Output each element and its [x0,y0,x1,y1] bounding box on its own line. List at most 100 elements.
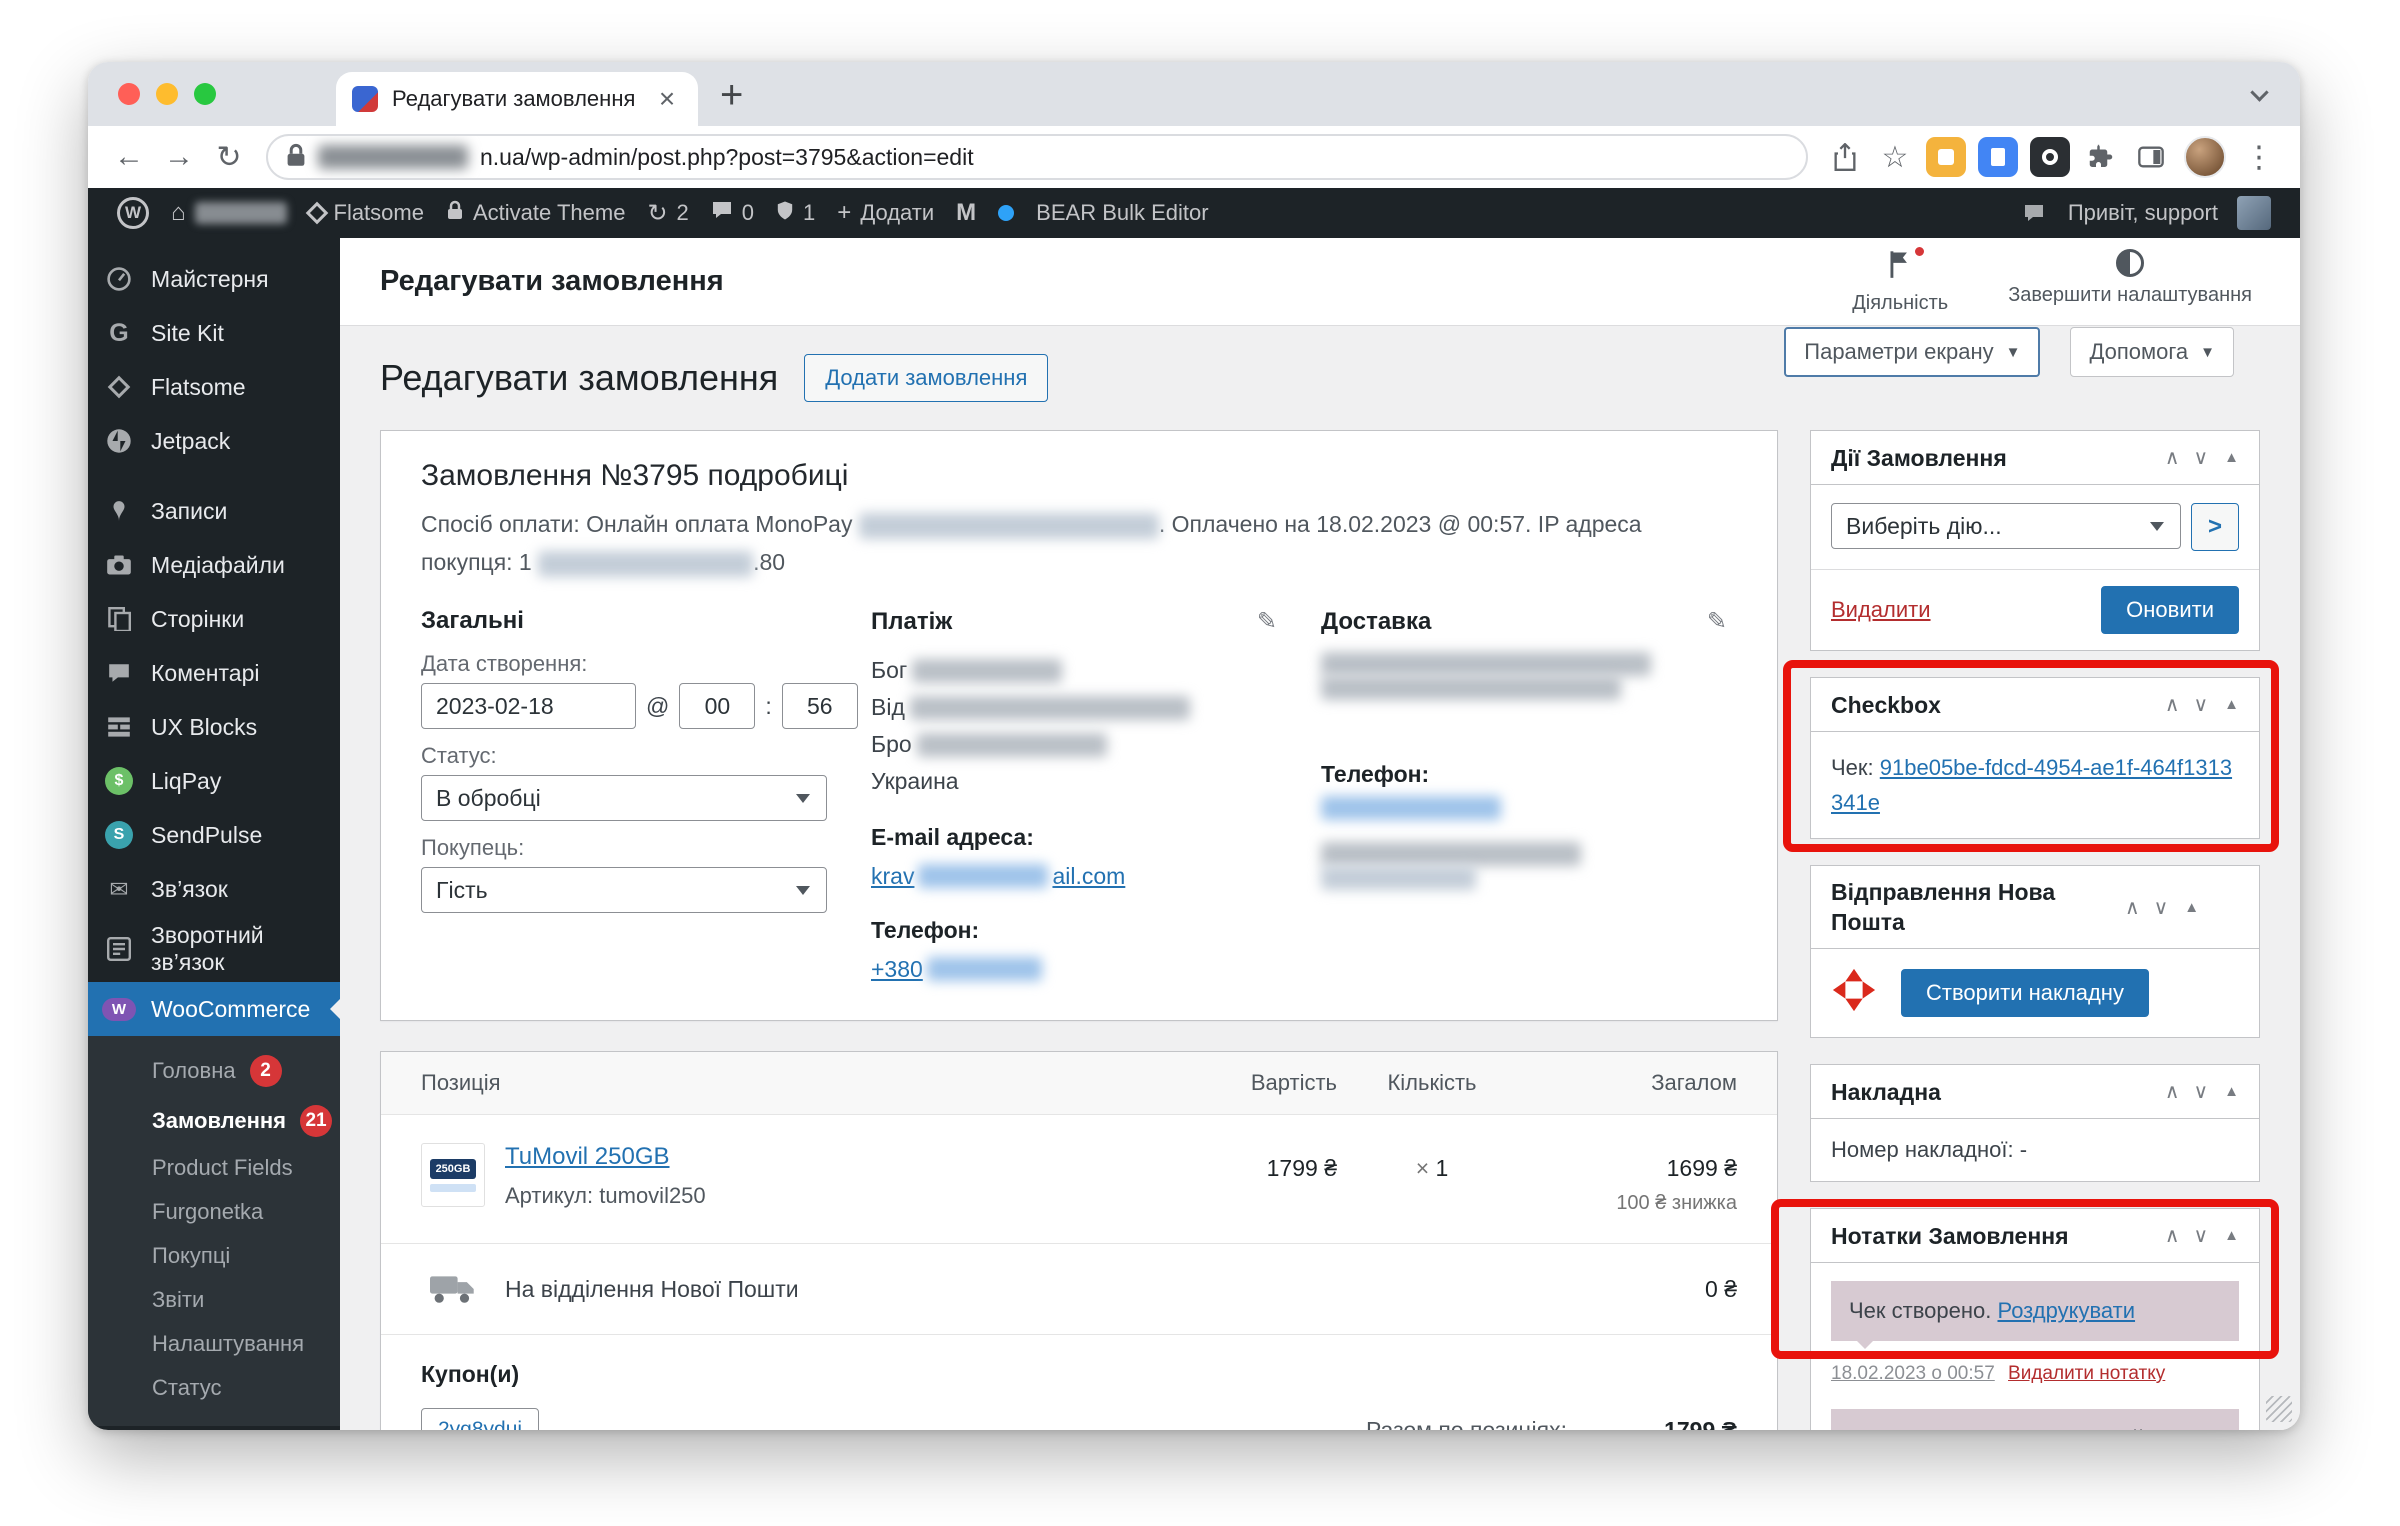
browser-tab[interactable]: Редагувати замовлення “Ord × [336,72,698,126]
extensions-puzzle-icon[interactable] [2078,134,2124,180]
move-down-icon[interactable]: ∨ [2194,692,2209,717]
tab-close-icon[interactable]: × [652,83,682,115]
toggle-panel-icon[interactable]: ▲ [2224,1083,2239,1100]
edit-shipping-icon[interactable]: ✎ [1707,607,1727,636]
billing-phone-link[interactable]: +380 [871,952,923,986]
sidebar-item-flatsome[interactable]: Flatsome [88,360,340,414]
tab-search-icon[interactable] [2250,83,2269,104]
address-bar[interactable]: n.ua/wp-admin/post.php?post=3795&action=… [266,134,1808,180]
sidebar-subitem-orders[interactable]: Замовлення 21 [88,1096,340,1146]
sidebar-item-feedback[interactable]: Зворотний зв’язок [88,916,340,982]
delete-order-link[interactable]: Видалити [1831,597,1931,623]
move-down-icon[interactable]: ∨ [2194,445,2209,470]
move-down-icon[interactable]: ∨ [2154,895,2169,920]
move-up-icon[interactable]: ∧ [2165,1223,2180,1248]
updates-item[interactable]: ↻ 2 [636,188,699,238]
close-window-button[interactable] [118,83,140,105]
move-up-icon[interactable]: ∧ [2165,445,2180,470]
sidebar-item-maysternya[interactable]: Майстерня [88,252,340,306]
bear-bulk-editor-item[interactable]: BEAR Bulk Editor [1025,188,1219,238]
extension-camera-icon[interactable] [2030,137,2070,177]
side-panel-icon[interactable] [2128,134,2174,180]
sidebar-item-media[interactable]: Медіафайли [88,538,340,592]
create-waybill-button[interactable]: Створити накладну [1901,969,2149,1017]
move-up-icon[interactable]: ∧ [2125,895,2140,920]
sidebar-item-liqpay[interactable]: $ LiqPay [88,754,340,808]
sendpulse-icon: S [102,821,136,849]
move-down-icon[interactable]: ∨ [2194,1079,2209,1104]
extension-orange-icon[interactable] [1926,137,1966,177]
screen-options-button[interactable]: Параметри екрану ▼ [1784,327,2041,377]
order-action-select[interactable]: Виберіть дію... [1831,503,2181,549]
activate-theme-item[interactable]: Activate Theme [435,188,636,238]
sidebar-item-woocommerce[interactable]: W WooCommerce [88,982,340,1036]
browser-menu-icon[interactable]: ⋮ [2236,134,2282,180]
security-item[interactable]: 1 [765,188,826,238]
order-date-input[interactable] [421,683,636,729]
update-order-button[interactable]: Оновити [2101,586,2239,634]
sidebar-item-site-kit[interactable]: G Site Kit [88,306,340,360]
sidebar-subitem-furgonetka[interactable]: Furgonetka [88,1190,340,1234]
back-button[interactable]: ← [106,134,152,180]
help-button[interactable]: Допомога ▼ [2070,327,2234,377]
order-minute-input[interactable] [781,683,858,729]
status-dot-item[interactable] [987,188,1025,238]
pin-icon [102,499,136,523]
coupon-code-tag[interactable]: 2yq8ydui [421,1408,540,1430]
toggle-panel-icon[interactable]: ▲ [2224,696,2239,713]
receipt-uuid-link[interactable]: 91be05be-fdcd-4954-ae1f-464f1313341e [1831,755,2232,815]
edit-billing-icon[interactable]: ✎ [1257,607,1277,636]
maximize-window-button[interactable] [194,83,216,105]
sidebar-subitem-status[interactable]: Статус [88,1366,340,1410]
print-receipt-link[interactable]: Роздрукувати [1997,1298,2135,1323]
move-down-icon[interactable]: ∨ [2194,1223,2209,1248]
sidebar-item-jetpack[interactable]: Jetpack [88,414,340,468]
toggle-panel-icon[interactable]: ▲ [2184,899,2199,916]
window-resize-handle[interactable] [2266,1396,2292,1422]
new-content-item[interactable]: + Додати [826,188,945,238]
feedback-bubble-icon[interactable] [2011,203,2057,223]
move-up-icon[interactable]: ∧ [2165,1079,2180,1104]
extension-blue-icon[interactable] [1978,137,2018,177]
sidebar-item-posts[interactable]: Записи [88,484,340,538]
sidebar-subitem-reports[interactable]: Звіти [88,1278,340,1322]
sidebar-subitem-holovna[interactable]: Головна 2 [88,1046,340,1096]
order-hour-input[interactable] [679,683,756,729]
activity-button[interactable]: Діяльність [1852,244,1948,315]
sidebar-item-sendpulse[interactable]: S SendPulse [88,808,340,862]
sidebar-subitem-product-fields[interactable]: Product Fields [88,1146,340,1190]
sidebar-subitem-customers[interactable]: Покупці [88,1234,340,1278]
sidebar-subitem-settings[interactable]: Налаштування [88,1322,340,1366]
order-note: Чек створено. Роздрукувати [1831,1281,2239,1349]
finish-setup-button[interactable]: Завершити налаштування [2008,248,2252,315]
reload-button[interactable]: ↻ [206,134,252,180]
delete-note-link[interactable]: Видалити нотатку [2008,1363,2165,1384]
apply-action-button[interactable]: > [2191,503,2239,551]
billing-email-link[interactable]: krav [871,859,914,893]
sidebar-item-comments[interactable]: Коментарі [88,646,340,700]
new-tab-button[interactable]: + [720,72,743,118]
share-icon[interactable] [1822,134,1868,180]
minimize-window-button[interactable] [156,83,178,105]
monsterinsights-item[interactable]: M [945,188,987,238]
updates-icon: ↻ [647,199,668,227]
woocommerce-submenu: Головна 2 Замовлення 21 Product Fields F… [88,1036,340,1426]
bookmark-star-icon[interactable]: ☆ [1872,134,1918,180]
add-order-button[interactable]: Додати замовлення [804,354,1049,402]
profile-avatar[interactable] [2184,136,2226,178]
howdy-item[interactable]: Привіт, support [2057,196,2282,230]
order-customer-select[interactable]: Гість [421,867,827,913]
forward-button[interactable]: → [156,134,202,180]
toggle-panel-icon[interactable]: ▲ [2224,449,2239,466]
comments-item[interactable]: 0 [700,188,765,238]
flatsome-adminbar-item[interactable]: Flatsome [298,188,435,238]
move-up-icon[interactable]: ∧ [2165,692,2180,717]
product-link[interactable]: TuMovil 250GB [505,1143,670,1170]
wp-logo-icon[interactable]: W [106,188,160,238]
sidebar-item-contact[interactable]: ✉ Зв’язок [88,862,340,916]
site-home-item[interactable]: ⌂ [160,188,298,238]
order-status-select[interactable]: В обробці [421,775,827,821]
toggle-panel-icon[interactable]: ▲ [2224,1227,2239,1244]
sidebar-item-pages[interactable]: Сторінки [88,592,340,646]
sidebar-item-ux-blocks[interactable]: UX Blocks [88,700,340,754]
